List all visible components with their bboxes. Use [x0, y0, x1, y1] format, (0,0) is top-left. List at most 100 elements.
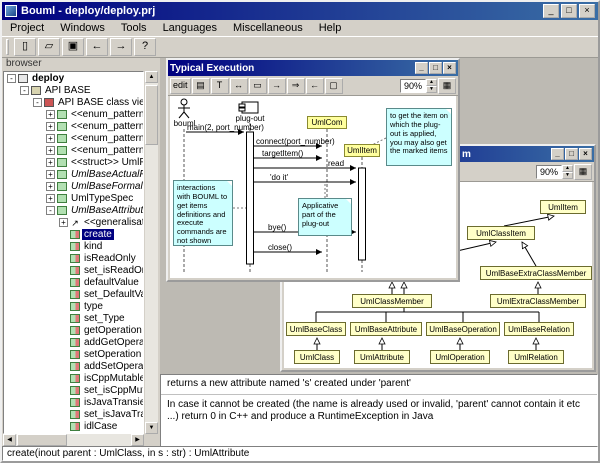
- tree-item[interactable]: kind: [4, 240, 143, 252]
- close-button[interactable]: ×: [579, 4, 595, 18]
- lifeline-icon[interactable]: ▢: [325, 78, 343, 94]
- tree-expander[interactable]: -: [33, 98, 42, 107]
- zoom-up-icon[interactable]: ▲: [426, 79, 437, 86]
- class-box[interactable]: UmlBaseAttribute: [350, 322, 422, 336]
- tree-item[interactable]: - API BASE: [4, 84, 143, 96]
- text-icon[interactable]: T: [211, 78, 229, 94]
- tree-expander[interactable]: -: [46, 206, 55, 215]
- tree-expander[interactable]: +: [46, 110, 55, 119]
- message-label[interactable]: 'do it': [270, 173, 288, 182]
- menu-item[interactable]: Tools: [113, 21, 155, 36]
- tree-expander[interactable]: +: [46, 170, 55, 179]
- class-box[interactable]: UmlAttribute: [354, 350, 410, 364]
- note[interactable]: Applicative part of the plug-out: [298, 198, 352, 236]
- tree-item[interactable]: set_Type: [4, 312, 143, 324]
- class-box[interactable]: UmlBaseOperation: [426, 322, 500, 336]
- fit-scale-icon[interactable]: ▦: [438, 78, 456, 94]
- tree-item[interactable]: set_DefaultValue: [4, 288, 143, 300]
- class-box[interactable]: UmlOperation: [430, 350, 490, 364]
- fit-scale-icon[interactable]: ▦: [574, 164, 592, 180]
- sync-message-icon[interactable]: →: [268, 78, 286, 94]
- scroll-thumb[interactable]: [17, 434, 67, 446]
- tree-item[interactable]: setOperation: [4, 348, 143, 360]
- return-message-icon[interactable]: ←: [306, 78, 324, 94]
- class-box[interactable]: UmlClassMember: [352, 294, 432, 308]
- tree-item[interactable]: - UmlBaseAttribute: [4, 204, 143, 216]
- tree-item[interactable]: set_isJavaTransient: [4, 408, 143, 420]
- message-label[interactable]: targetItem(): [262, 149, 303, 158]
- tree-horizontal-scrollbar[interactable]: ◀ ▶: [3, 434, 144, 446]
- class-box[interactable]: UmlBaseRelation: [504, 322, 574, 336]
- instance-box[interactable]: UmlCom: [307, 116, 347, 129]
- maximize-button[interactable]: □: [561, 4, 577, 18]
- zoom-down-icon[interactable]: ▼: [426, 86, 437, 93]
- class-box[interactable]: UmlBaseClass: [286, 322, 346, 336]
- class-box[interactable]: UmlItem: [540, 200, 586, 214]
- close-button[interactable]: ×: [443, 62, 456, 74]
- tree-expander[interactable]: -: [20, 86, 29, 95]
- component-label[interactable]: plug-out: [230, 114, 270, 123]
- tree-item[interactable]: addGetOperation: [4, 336, 143, 348]
- tree-item[interactable]: + <<enum_pattern>> aDirection: [4, 120, 143, 132]
- tree-expander[interactable]: +: [59, 218, 68, 227]
- save-icon[interactable]: ▣: [62, 38, 84, 56]
- message-label[interactable]: bye(): [268, 223, 286, 232]
- context-help-icon[interactable]: ?: [134, 38, 156, 56]
- zoom-up-icon[interactable]: ▲: [562, 165, 573, 172]
- forward-icon[interactable]: →: [110, 38, 132, 56]
- close-button[interactable]: ×: [579, 148, 592, 160]
- minimize-button[interactable]: _: [551, 148, 564, 160]
- minimize-button[interactable]: _: [543, 4, 559, 18]
- sequence-diagram-window[interactable]: Typical Execution _ □ × edit ▤ T ↔ ▭: [166, 58, 460, 282]
- tree-item[interactable]: set_isReadOnly: [4, 264, 143, 276]
- tree-item[interactable]: set_isCppMutable: [4, 384, 143, 396]
- tree-item[interactable]: + <<enum_pattern>> anItemKind: [4, 144, 143, 156]
- scroll-right-icon[interactable]: ▶: [131, 434, 144, 446]
- note[interactable]: interactions with BOUML to get items def…: [173, 180, 233, 246]
- scroll-up-icon[interactable]: ▲: [145, 71, 158, 83]
- class-box[interactable]: UmlClassItem: [467, 226, 535, 240]
- tree-item[interactable]: getOperation: [4, 324, 143, 336]
- minimize-button[interactable]: _: [415, 62, 428, 74]
- tree-item[interactable]: + <<enum_pattern>> aVisibility: [4, 132, 143, 144]
- open-icon[interactable]: ▱: [38, 38, 60, 56]
- zoom-value[interactable]: 90%: [536, 165, 562, 179]
- tree-item[interactable]: isJavaTransient: [4, 396, 143, 408]
- new-icon[interactable]: ▯: [14, 38, 36, 56]
- message-label[interactable]: main(2, port_number): [187, 123, 264, 132]
- tree-expander[interactable]: +: [46, 134, 55, 143]
- zoom-value[interactable]: 90%: [400, 79, 426, 93]
- message-label[interactable]: connect(port_number): [256, 137, 335, 146]
- sequence-window-titlebar[interactable]: Typical Execution _ □ ×: [168, 60, 458, 76]
- tree-item[interactable]: + UmlTypeSpec: [4, 192, 143, 204]
- sequence-diagram-canvas[interactable]: bouml plug-out UmlCom UmlItem main(2, po…: [170, 96, 456, 278]
- tree-item[interactable]: idlCase: [4, 420, 143, 432]
- tree-item[interactable]: isCppMutable: [4, 372, 143, 384]
- tree-item[interactable]: - deploy: [4, 72, 143, 84]
- tree-expander[interactable]: -: [7, 74, 16, 83]
- message-label[interactable]: read: [328, 159, 344, 168]
- tree-item[interactable]: defaultValue: [4, 276, 143, 288]
- tree-expander[interactable]: +: [46, 158, 55, 167]
- note[interactable]: to get the item on which the plug-out is…: [386, 108, 452, 166]
- tree-item[interactable]: type: [4, 300, 143, 312]
- menu-item[interactable]: Project: [2, 21, 52, 36]
- note-icon[interactable]: ▤: [192, 78, 210, 94]
- class-box[interactable]: UmlRelation: [508, 350, 564, 364]
- scroll-thumb[interactable]: [145, 85, 158, 145]
- zoom-spinbox[interactable]: 90% ▲ ▼: [400, 79, 437, 93]
- menu-item[interactable]: Windows: [52, 21, 113, 36]
- menu-item[interactable]: Languages: [155, 21, 225, 36]
- tree-item[interactable]: + <<generalisation>> UmlClass: [4, 216, 143, 228]
- tree-item[interactable]: isReadOnly: [4, 252, 143, 264]
- scroll-left-icon[interactable]: ◀: [3, 434, 16, 446]
- async-message-icon[interactable]: ⇒: [287, 78, 305, 94]
- class-box[interactable]: UmlClass: [294, 350, 340, 364]
- edit-button[interactable]: edit: [170, 78, 191, 94]
- toolbar-grip[interactable]: [6, 39, 9, 55]
- tree-item[interactable]: + <<struct>> UmlParameter: [4, 156, 143, 168]
- tree-item[interactable]: addSetOperation: [4, 360, 143, 372]
- maximize-button[interactable]: □: [565, 148, 578, 160]
- tree-item[interactable]: + UmlBaseFormalParameter: [4, 180, 143, 192]
- instance-box[interactable]: UmlItem: [344, 144, 380, 157]
